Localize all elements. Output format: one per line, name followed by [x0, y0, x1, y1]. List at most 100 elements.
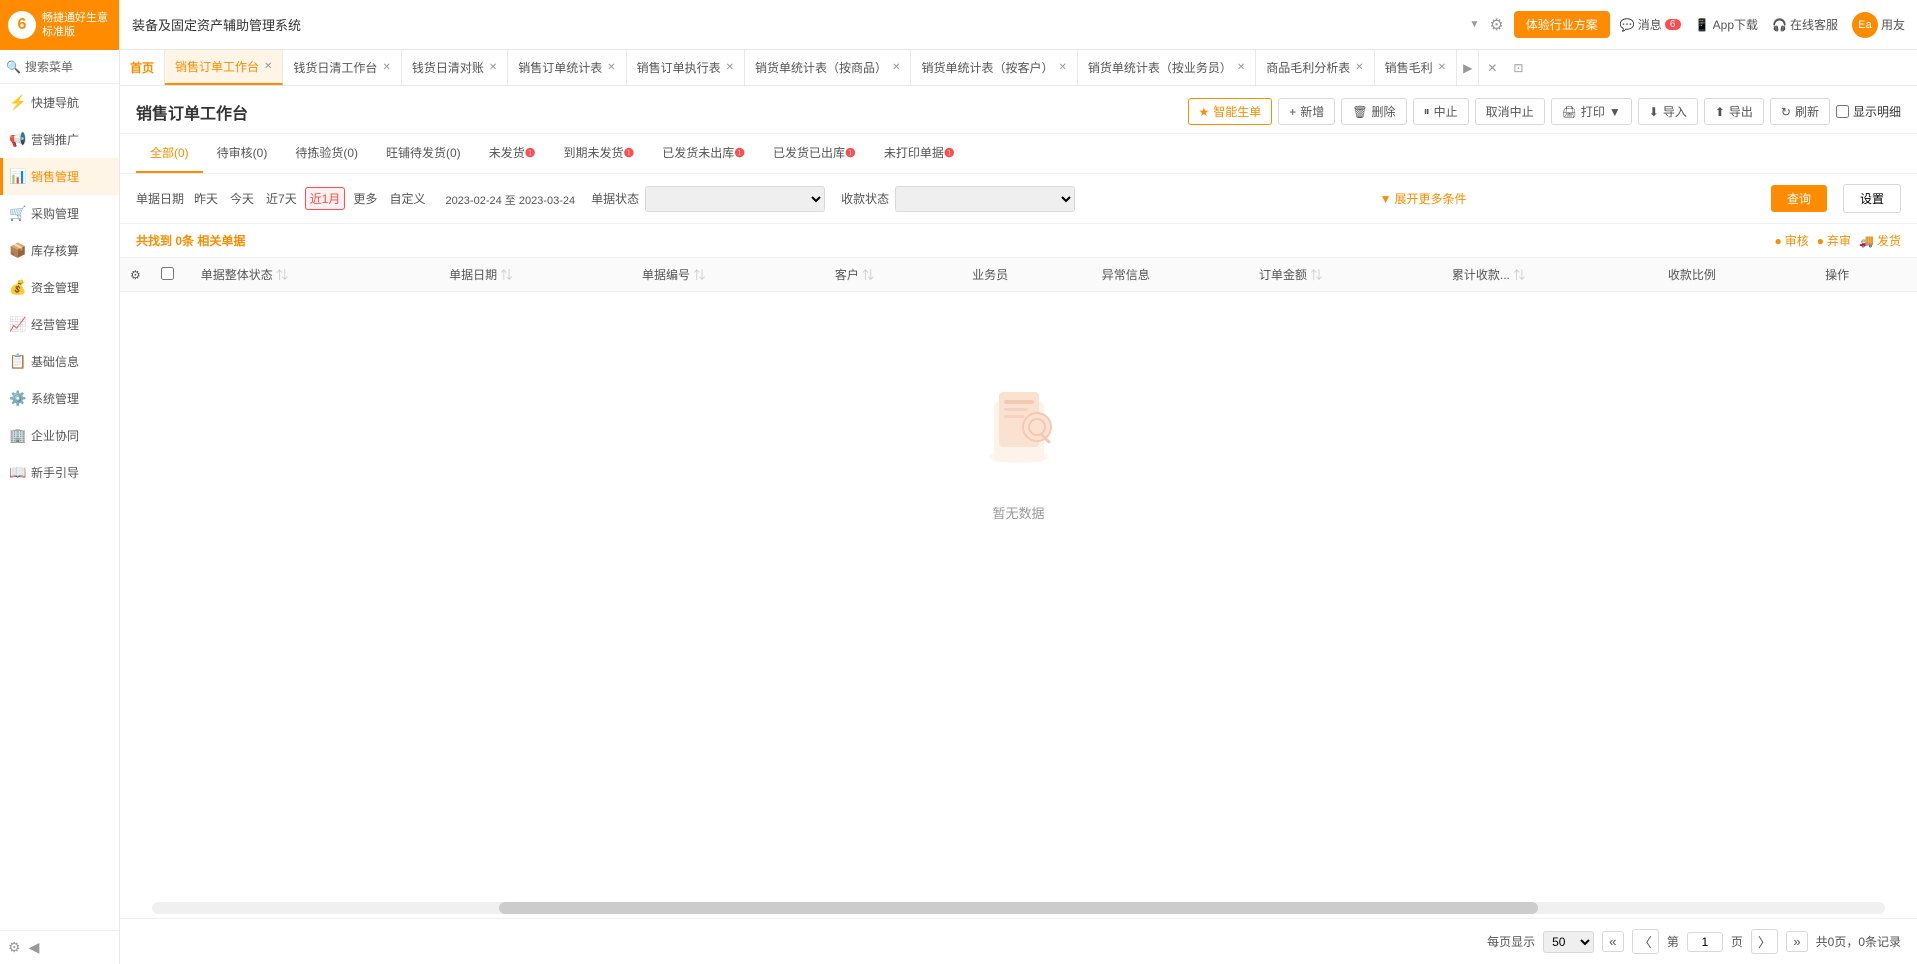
topbar-settings-icon[interactable]: ⚙ — [1489, 15, 1503, 35]
user-menu[interactable]: Ea 用友 — [1852, 12, 1905, 38]
tab-close-icon[interactable]: ✕ — [1438, 62, 1446, 73]
filter-tab-shipped-out[interactable]: 已发货已出库❶ — [759, 134, 870, 173]
app-download-btn[interactable]: 📱 App下载 — [1695, 16, 1758, 33]
status-select[interactable] — [645, 186, 825, 212]
message-btn[interactable]: 💬 消息 6 — [1620, 16, 1681, 33]
collapse-icon[interactable]: ◀ — [29, 939, 40, 956]
filter-tab-not-printed[interactable]: 未打印单据❶ — [870, 134, 969, 173]
sort-icon[interactable]: ⇅ — [500, 268, 512, 282]
scrollbar-thumb[interactable] — [499, 902, 1539, 914]
tab-close-icon[interactable]: ✕ — [1355, 62, 1363, 73]
next-page-btn[interactable]: 〉 — [1751, 929, 1778, 954]
show-detail-label[interactable]: 显示明细 — [1836, 103, 1901, 120]
pause-btn[interactable]: ⏸ 中止 — [1413, 98, 1469, 125]
tab-sales-stat-customer[interactable]: 销货单统计表（按客户） ✕ — [911, 50, 1077, 85]
sidebar-item-purchase[interactable]: 🛒 采购管理 — [0, 195, 119, 232]
tab-sales-more[interactable]: 销售毛利 ✕ — [1375, 50, 1457, 85]
tab-close-icon[interactable]: ✕ — [726, 62, 734, 73]
select-all-checkbox[interactable] — [161, 267, 174, 280]
col-staff: 业务员 — [962, 258, 1092, 292]
filter-tab-pending-check[interactable]: 待拣验货(0) — [281, 134, 372, 173]
sidebar-item-basic[interactable]: 📋 基础信息 — [0, 343, 119, 380]
sidebar-item-inventory[interactable]: 📦 库存核算 — [0, 232, 119, 269]
review-btn[interactable]: ● 审核 — [1775, 232, 1809, 249]
expand-conditions-btn[interactable]: ▼ 展开更多条件 — [1380, 190, 1467, 207]
tab-close-all-btn[interactable]: ✕ — [1479, 50, 1505, 85]
setting-btn[interactable]: 设置 — [1843, 184, 1901, 213]
tab-home[interactable]: 首页 — [120, 50, 165, 85]
import-btn[interactable]: ⬇ 导入 — [1638, 98, 1698, 125]
horizontal-scrollbar[interactable] — [152, 902, 1885, 914]
tab-close-icon[interactable]: ✕ — [607, 62, 615, 73]
date-quick-today[interactable]: 今天 — [226, 188, 258, 209]
tab-close-icon[interactable]: ✕ — [382, 62, 390, 73]
date-quick-more[interactable]: 更多 — [349, 188, 381, 209]
sidebar-item-operation[interactable]: 📈 经营管理 — [0, 306, 119, 343]
sidebar-item-finance[interactable]: 💰 资金管理 — [0, 269, 119, 306]
tab-sales-stat-product[interactable]: 销货单统计表（按商品） ✕ — [745, 50, 911, 85]
tab-cash-reconcile[interactable]: 钱货日清对账 ✕ — [402, 50, 508, 85]
online-service-btn[interactable]: 🎧 在线客服 — [1772, 16, 1838, 33]
date-quick-custom[interactable]: 自定义 — [385, 188, 429, 209]
per-page-select[interactable]: 50 10 20 100 — [1543, 931, 1594, 953]
first-page-btn[interactable]: « — [1602, 931, 1623, 952]
sort-icon[interactable]: ⇅ — [276, 268, 288, 282]
filter-tab-all[interactable]: 全部(0) — [136, 134, 203, 173]
ship-btn[interactable]: 🚚 发货 — [1859, 232, 1901, 249]
sort-icon[interactable]: ⇅ — [1310, 268, 1322, 282]
tab-close-icon[interactable]: ✕ — [1058, 62, 1066, 73]
cancel-pause-btn[interactable]: 取消中止 — [1475, 98, 1545, 125]
tab-sales-workbench[interactable]: 销售订单工作台 ✕ — [165, 50, 283, 85]
tab-close-icon[interactable]: ✕ — [1237, 62, 1245, 73]
sidebar-item-sales[interactable]: 📊 销售管理 — [0, 158, 119, 195]
tab-sales-exec[interactable]: 销售订单执行表 ✕ — [627, 50, 745, 85]
new-btn[interactable]: + 新增 — [1278, 98, 1335, 125]
sidebar-item-enterprise[interactable]: 🏢 企业协同 — [0, 417, 119, 454]
sidebar-item-marketing[interactable]: 📢 营销推广 — [0, 121, 119, 158]
sidebar-item-quick-nav[interactable]: ⚡ 快捷导航 — [0, 84, 119, 121]
tab-expand-btn[interactable]: ⊡ — [1505, 50, 1531, 85]
tab-label: 销货单统计表（按客户） — [921, 59, 1053, 76]
sort-icon[interactable]: ⇅ — [693, 268, 705, 282]
date-quick-7days[interactable]: 近7天 — [262, 188, 301, 209]
chevron-down-icon: ▼ — [1380, 192, 1392, 206]
tab-margin[interactable]: 商品毛利分析表 ✕ — [1256, 50, 1374, 85]
reject-btn[interactable]: ● 弃审 — [1817, 232, 1851, 249]
export-btn[interactable]: ⬆ 导出 — [1704, 98, 1764, 125]
tab-scroll-right[interactable]: ▶ — [1457, 50, 1479, 85]
last-page-btn[interactable]: » — [1786, 931, 1807, 952]
settings-icon[interactable]: ⚙ — [8, 939, 21, 956]
sidebar-item-label: 资金管理 — [31, 279, 79, 296]
col-settings[interactable]: ⚙ — [120, 258, 151, 292]
sort-icon[interactable]: ⇅ — [1513, 268, 1525, 282]
show-detail-checkbox[interactable] — [1836, 105, 1849, 118]
date-quick-1month[interactable]: 近1月 — [305, 187, 346, 210]
delete-btn[interactable]: 🗑 删除 — [1341, 98, 1406, 125]
sidebar-item-system[interactable]: ⚙️ 系统管理 — [0, 380, 119, 417]
refresh-btn[interactable]: ↻ 刷新 — [1770, 98, 1830, 125]
tab-sales-stat[interactable]: 销售订单统计表 ✕ — [508, 50, 626, 85]
tab-close-icon[interactable]: ✕ — [892, 62, 900, 73]
filter-tab-pending-review[interactable]: 待审核(0) — [203, 134, 282, 173]
prev-page-btn[interactable]: 〈 — [1632, 929, 1659, 954]
page-input[interactable] — [1687, 932, 1723, 952]
tab-close-icon[interactable]: ✕ — [489, 62, 497, 73]
date-quick-yesterday[interactable]: 昨天 — [190, 188, 222, 209]
industry-btn[interactable]: 体验行业方案 — [1514, 11, 1610, 38]
col-check[interactable] — [151, 258, 191, 292]
print-btn[interactable]: 🖨 打印 ▼ — [1551, 98, 1632, 125]
smart-create-btn[interactable]: ★ 智能生单 — [1188, 98, 1273, 125]
tab-cash-daily[interactable]: 钱货日清工作台 ✕ — [283, 50, 401, 85]
sort-icon[interactable]: ⇅ — [862, 268, 874, 282]
search-menu[interactable]: 🔍 搜索菜单 — [0, 50, 119, 84]
tab-sales-stat-staff[interactable]: 销货单统计表（按业务员） ✕ — [1078, 50, 1256, 85]
query-btn[interactable]: 查询 — [1771, 185, 1827, 212]
filter-tab-not-shipped[interactable]: 未发货❶ — [475, 134, 550, 173]
filter-tab-wangpu[interactable]: 旺铺待发货(0) — [372, 134, 475, 173]
payment-select[interactable] — [895, 186, 1075, 212]
filter-tab-overdue[interactable]: 到期未发货❶ — [549, 134, 648, 173]
dropdown-icon[interactable]: ▼ — [1469, 19, 1479, 30]
sidebar-item-guide[interactable]: 📖 新手引导 — [0, 454, 119, 491]
filter-tab-shipped-not-out[interactable]: 已发货未出库❶ — [648, 134, 759, 173]
tab-close-icon[interactable]: ✕ — [264, 61, 272, 72]
